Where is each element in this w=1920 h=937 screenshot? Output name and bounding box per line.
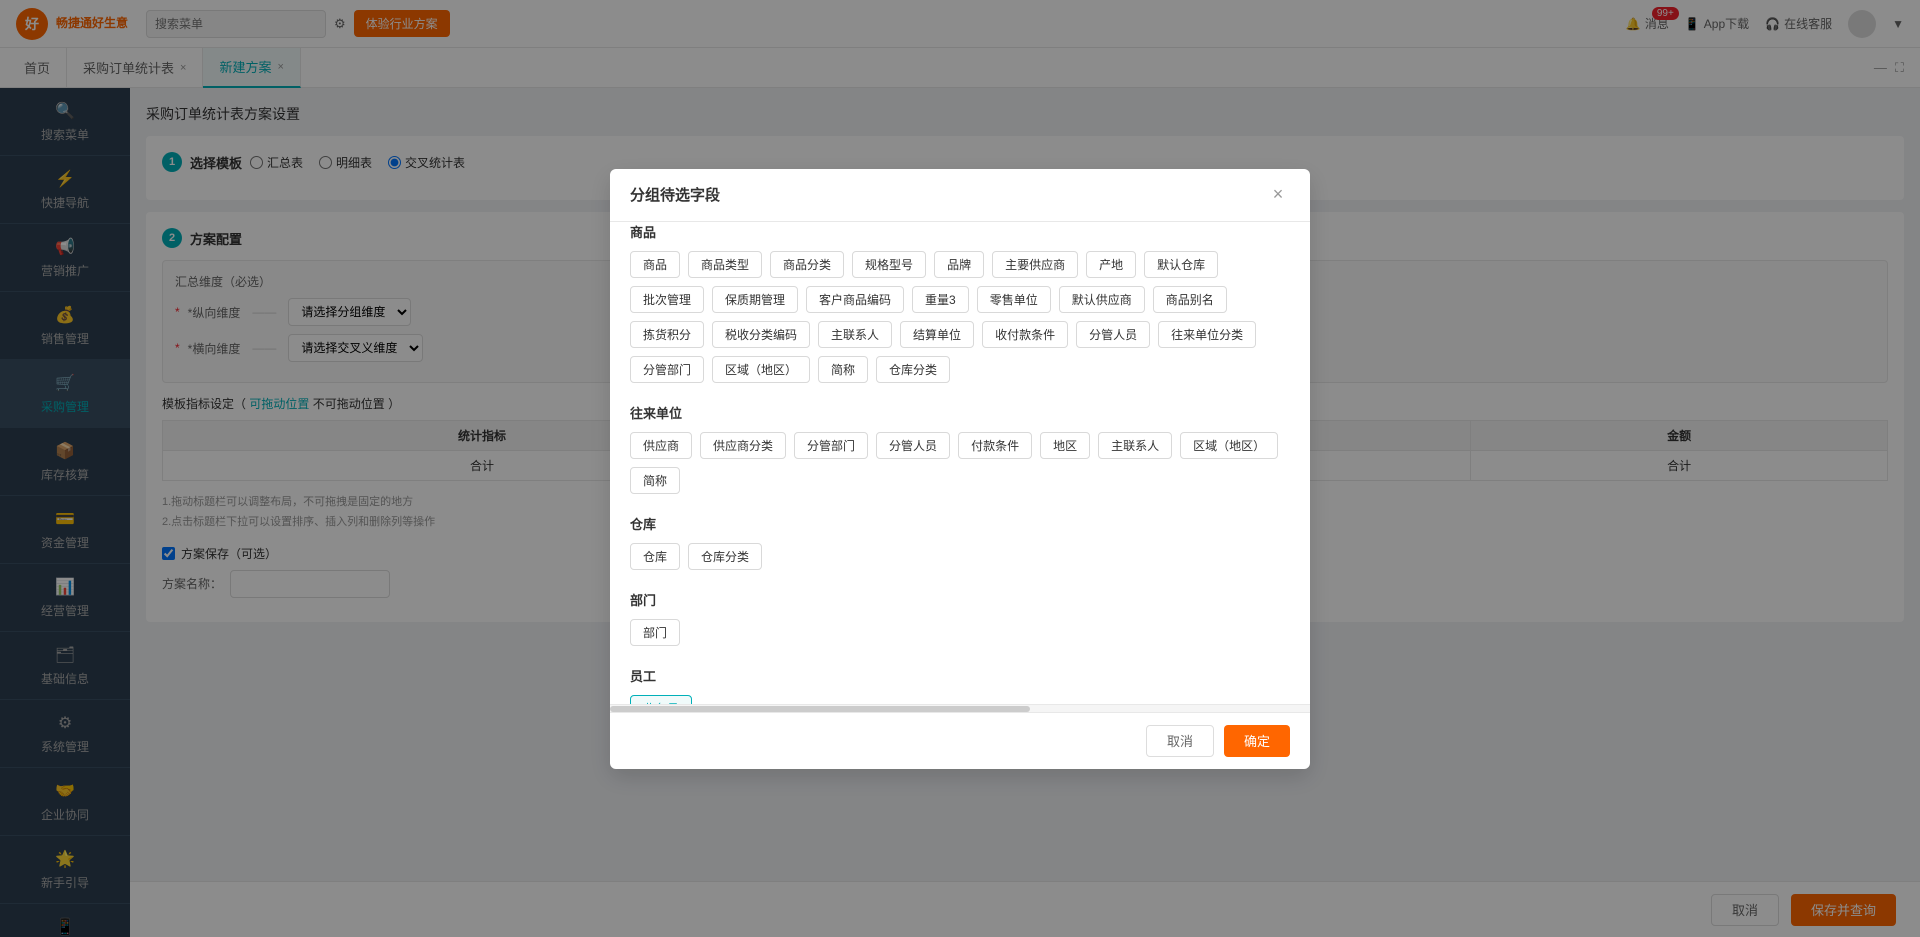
- field-tag[interactable]: 简称: [630, 467, 680, 494]
- field-tag[interactable]: 分管人员: [1076, 321, 1150, 348]
- field-tag[interactable]: 零售单位: [977, 286, 1051, 313]
- field-tag[interactable]: 分管部门: [794, 432, 868, 459]
- field-tag[interactable]: 客户商品编码: [806, 286, 904, 313]
- field-tag[interactable]: 税收分类编码: [712, 321, 810, 348]
- field-tag[interactable]: 产地: [1086, 251, 1136, 278]
- field-tag[interactable]: 商品分类: [770, 251, 844, 278]
- field-tag[interactable]: 商品: [630, 251, 680, 278]
- field-tag-employee[interactable]: 业务员: [630, 695, 692, 704]
- field-group-goods-title: 商品: [630, 222, 1290, 241]
- field-tag[interactable]: 供应商: [630, 432, 692, 459]
- field-tag[interactable]: 批次管理: [630, 286, 704, 313]
- modal-close-btn[interactable]: ×: [1266, 183, 1290, 207]
- field-tag[interactable]: 地区: [1040, 432, 1090, 459]
- field-tag[interactable]: 保质期管理: [712, 286, 798, 313]
- field-tag[interactable]: 主要供应商: [992, 251, 1078, 278]
- field-tag[interactable]: 品牌: [934, 251, 984, 278]
- modal-overlay: 分组待选字段 × 商品 商品 商品类型 商品分类 规格型号 品牌 主要供应商 产…: [0, 0, 1920, 937]
- field-tag[interactable]: 分管部门: [630, 356, 704, 383]
- field-tags-goods: 商品 商品类型 商品分类 规格型号 品牌 主要供应商 产地 默认仓库 批次管理 …: [630, 251, 1290, 383]
- modal-confirm-btn[interactable]: 确定: [1224, 725, 1290, 757]
- modal-title: 分组待选字段: [630, 184, 720, 205]
- field-tag[interactable]: 默认供应商: [1059, 286, 1145, 313]
- field-tag[interactable]: 仓库分类: [876, 356, 950, 383]
- field-tags-employee: 业务员: [630, 695, 1290, 704]
- field-tag[interactable]: 主联系人: [818, 321, 892, 348]
- field-tag[interactable]: 区域（地区）: [712, 356, 810, 383]
- field-tags-department: 部门: [630, 619, 1290, 646]
- field-group-department-title: 部门: [630, 590, 1290, 609]
- field-tag[interactable]: 商品类型: [688, 251, 762, 278]
- field-group-employee-title: 员工: [630, 666, 1290, 685]
- field-tag[interactable]: 默认仓库: [1144, 251, 1218, 278]
- field-tag[interactable]: 付款条件: [958, 432, 1032, 459]
- field-tag[interactable]: 简称: [818, 356, 868, 383]
- field-tags-partner: 供应商 供应商分类 分管部门 分管人员 付款条件 地区 主联系人 区域（地区） …: [630, 432, 1290, 494]
- field-tag[interactable]: 往来单位分类: [1158, 321, 1256, 348]
- field-tag[interactable]: 供应商分类: [700, 432, 786, 459]
- field-tag[interactable]: 仓库: [630, 543, 680, 570]
- field-group-department: 部门 部门: [630, 590, 1290, 646]
- field-group-warehouse: 仓库 仓库 仓库分类: [630, 514, 1290, 570]
- field-group-goods: 商品 商品 商品类型 商品分类 规格型号 品牌 主要供应商 产地 默认仓库 批次…: [630, 222, 1290, 383]
- field-tag[interactable]: 结算单位: [900, 321, 974, 348]
- field-tag[interactable]: 部门: [630, 619, 680, 646]
- field-tag[interactable]: 主联系人: [1098, 432, 1172, 459]
- field-tag[interactable]: 商品别名: [1153, 286, 1227, 313]
- modal-hscroll-thumb: [610, 706, 1030, 712]
- modal-header: 分组待选字段 ×: [610, 169, 1310, 222]
- field-tag[interactable]: 重量3: [912, 286, 969, 313]
- field-tag[interactable]: 分管人员: [876, 432, 950, 459]
- field-group-employee: 员工 业务员: [630, 666, 1290, 704]
- modal: 分组待选字段 × 商品 商品 商品类型 商品分类 规格型号 品牌 主要供应商 产…: [610, 169, 1310, 769]
- modal-cancel-btn[interactable]: 取消: [1146, 725, 1214, 757]
- field-tags-warehouse: 仓库 仓库分类: [630, 543, 1290, 570]
- field-group-partner-title: 往来单位: [630, 403, 1290, 422]
- field-tag[interactable]: 规格型号: [852, 251, 926, 278]
- field-tag[interactable]: 仓库分类: [688, 543, 762, 570]
- field-group-warehouse-title: 仓库: [630, 514, 1290, 533]
- modal-hscroll[interactable]: [610, 704, 1310, 712]
- field-tag[interactable]: 拣货积分: [630, 321, 704, 348]
- modal-footer: 取消 确定: [610, 712, 1310, 769]
- modal-scroll-area[interactable]: 商品 商品 商品类型 商品分类 规格型号 品牌 主要供应商 产地 默认仓库 批次…: [610, 222, 1310, 704]
- field-group-partner: 往来单位 供应商 供应商分类 分管部门 分管人员 付款条件 地区 主联系人 区域…: [630, 403, 1290, 494]
- field-tag[interactable]: 区域（地区）: [1180, 432, 1278, 459]
- field-tag[interactable]: 收付款条件: [982, 321, 1068, 348]
